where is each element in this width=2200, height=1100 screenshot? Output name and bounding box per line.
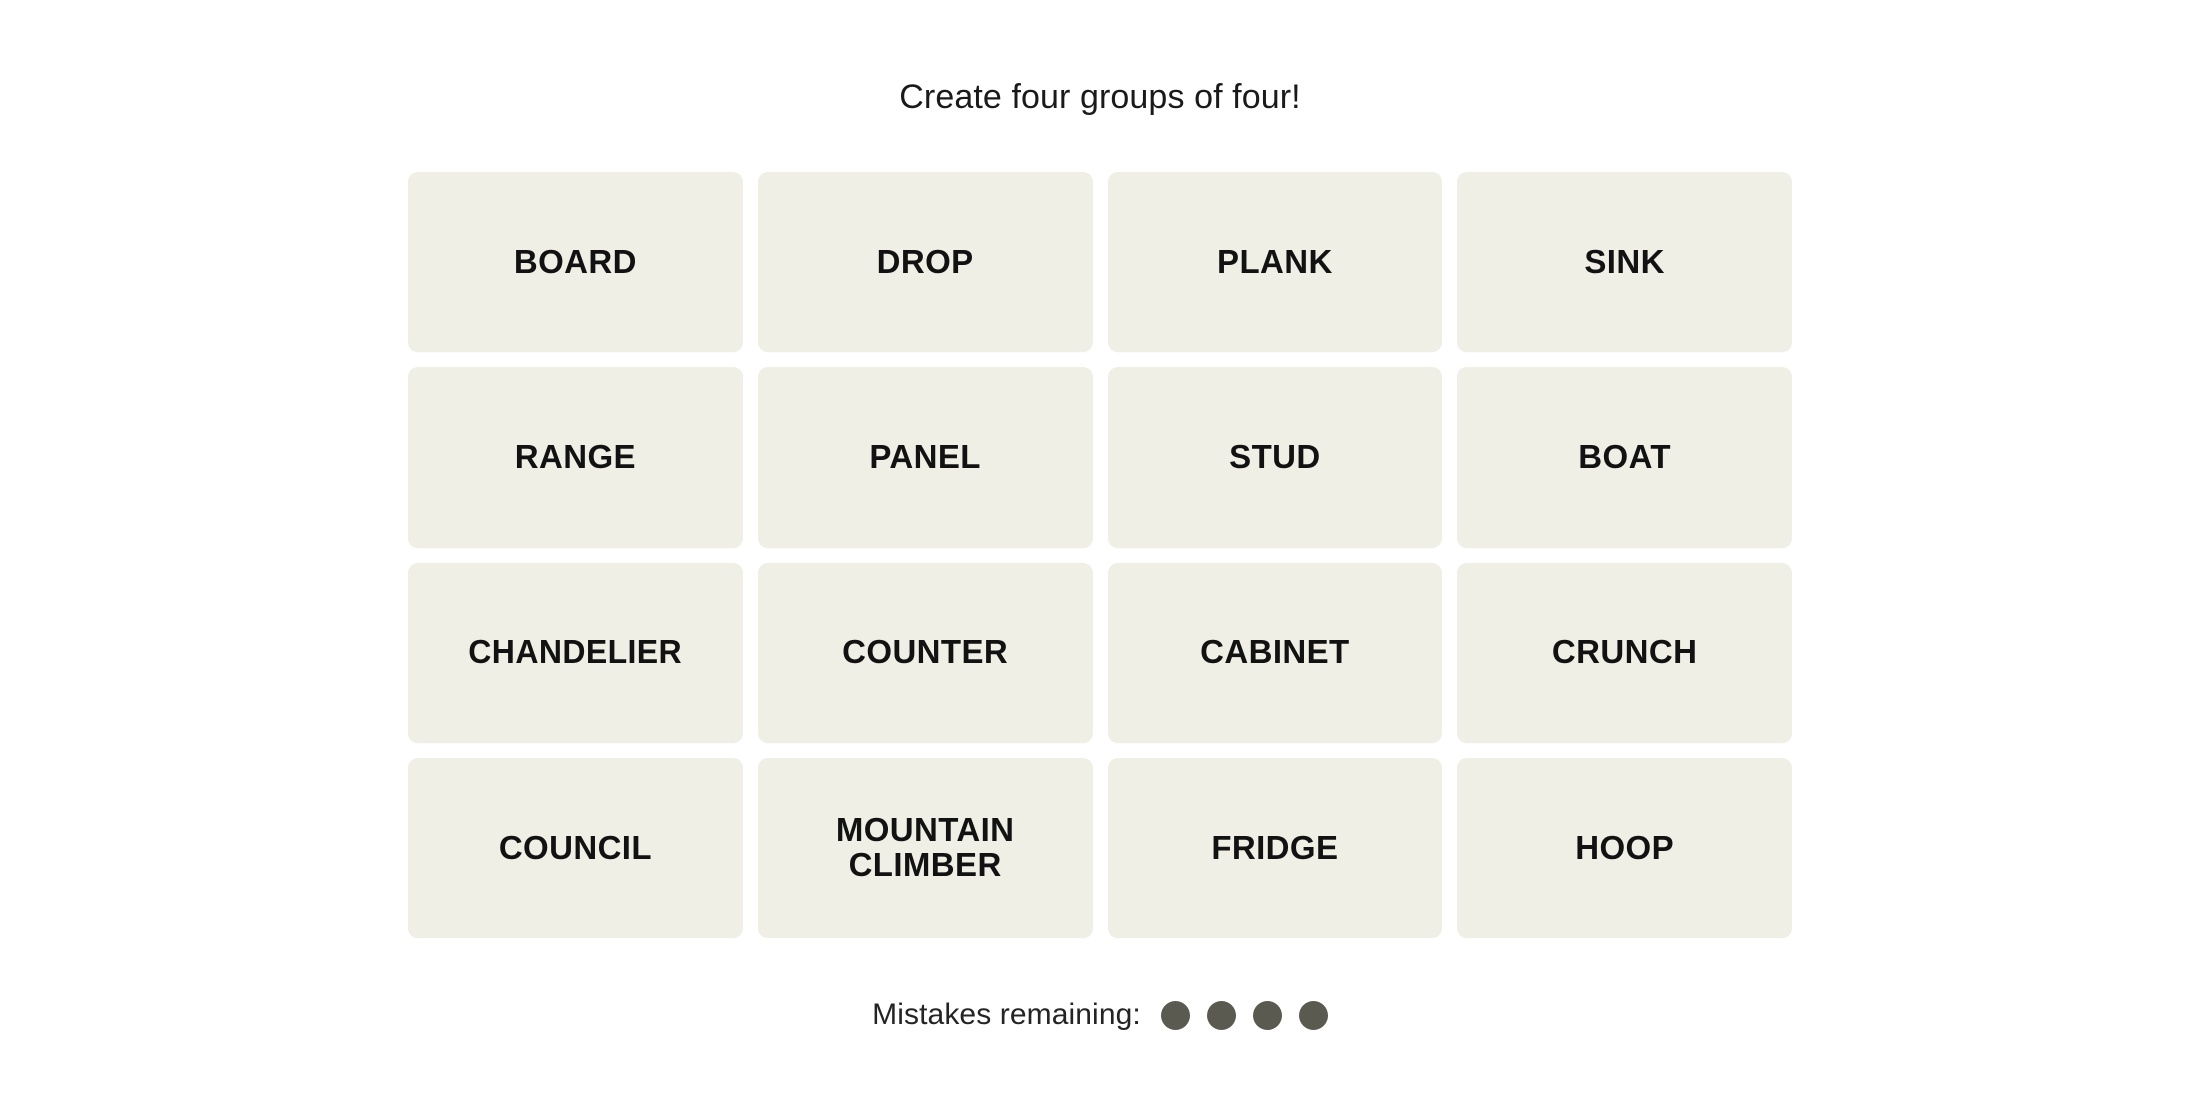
word-tile-label: COUNTER bbox=[842, 633, 1009, 671]
page-title: Create four groups of four! bbox=[899, 78, 1301, 116]
word-tile[interactable]: STUD bbox=[1107, 367, 1443, 548]
word-tile-label: HOOP bbox=[1575, 828, 1675, 866]
word-tile[interactable]: FRIDGE bbox=[1107, 757, 1443, 938]
mistakes-dot-group bbox=[1160, 1000, 1328, 1030]
word-tile-label: FRIDGE bbox=[1211, 828, 1339, 866]
word-tile-label: STUD bbox=[1229, 438, 1321, 476]
mistakes-remaining: Mistakes remaining: bbox=[0, 997, 2200, 1033]
word-tile[interactable]: PANEL bbox=[757, 367, 1093, 548]
word-tile[interactable]: BOARD bbox=[408, 172, 743, 353]
word-tile-label: SINK bbox=[1584, 242, 1665, 280]
word-tile-label: BOARD bbox=[513, 242, 637, 280]
word-tile[interactable]: CRUNCH bbox=[1457, 562, 1792, 743]
word-tile-label: CABINET bbox=[1200, 633, 1350, 671]
mistakes-remaining-label: Mistakes remaining: bbox=[872, 998, 1141, 1031]
word-tile[interactable]: CHANDELIER bbox=[408, 562, 743, 743]
word-tile-label: CHANDELIER bbox=[468, 633, 683, 671]
word-tile-label: RANGE bbox=[514, 438, 636, 476]
word-tile-label: DROP bbox=[876, 242, 974, 280]
mistake-dot bbox=[1160, 1000, 1190, 1030]
word-tile[interactable]: RANGE bbox=[408, 367, 743, 548]
word-tile-label: CRUNCH bbox=[1551, 633, 1698, 671]
word-tile-label: MOUNTAIN CLIMBER bbox=[835, 811, 1015, 883]
word-tile[interactable]: COUNTER bbox=[757, 562, 1093, 743]
word-tile[interactable]: DROP bbox=[757, 172, 1093, 353]
word-grid: BOARD DROP PLANK SINK RANGE PANEL STUD B… bbox=[408, 172, 1792, 938]
word-tile[interactable]: MOUNTAIN CLIMBER bbox=[757, 757, 1093, 938]
connections-game-root: Create four groups of four! BOARD DROP P… bbox=[0, 0, 2200, 1100]
word-tile[interactable]: HOOP bbox=[1457, 757, 1792, 938]
word-tile-label: PLANK bbox=[1217, 242, 1333, 280]
word-tile[interactable]: COUNCIL bbox=[408, 757, 743, 938]
mistake-dot bbox=[1298, 1000, 1328, 1030]
word-tile-label: COUNCIL bbox=[498, 828, 652, 866]
word-tile[interactable]: SINK bbox=[1457, 172, 1792, 353]
word-tile-label: PANEL bbox=[869, 438, 981, 476]
word-tile[interactable]: CABINET bbox=[1107, 562, 1443, 743]
word-tile[interactable]: PLANK bbox=[1107, 172, 1443, 353]
word-tile[interactable]: BOAT bbox=[1457, 367, 1792, 548]
mistake-dot bbox=[1252, 1000, 1282, 1030]
mistake-dot bbox=[1206, 1000, 1236, 1030]
word-tile-label: BOAT bbox=[1578, 438, 1671, 476]
